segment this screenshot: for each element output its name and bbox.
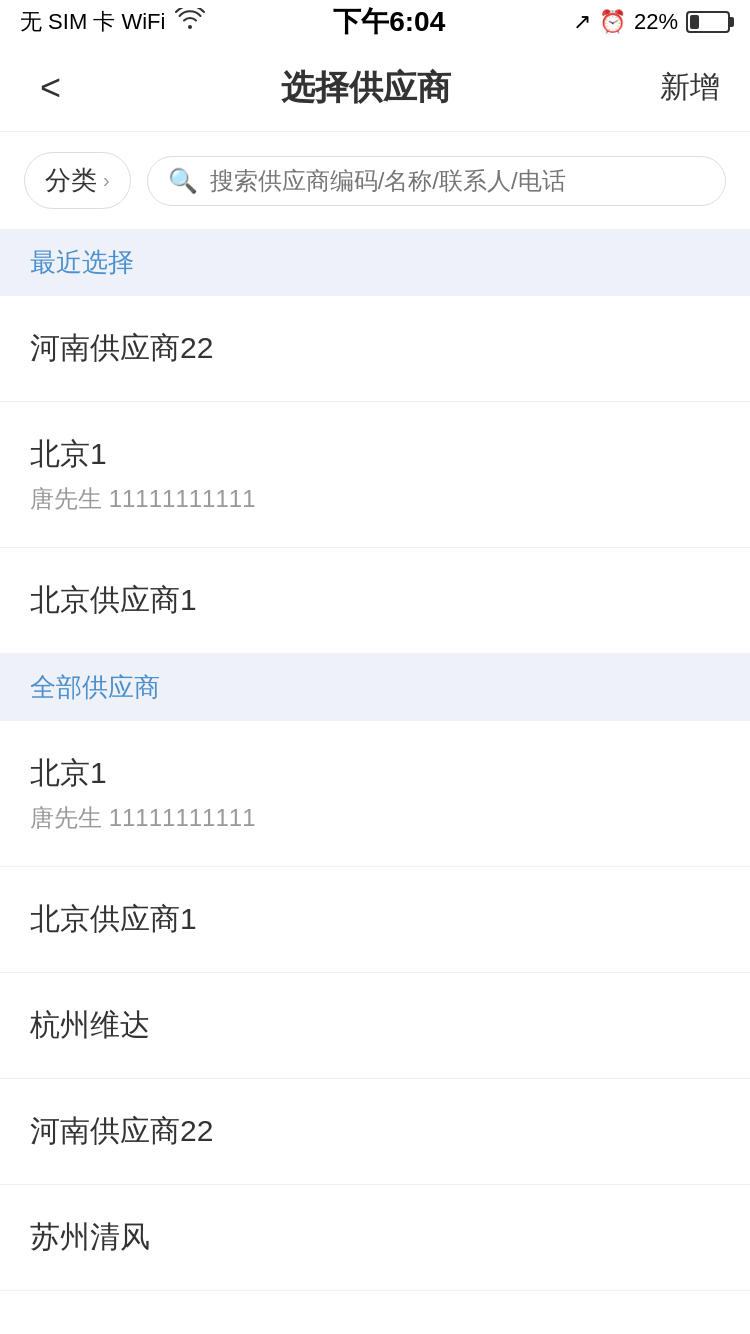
back-button[interactable]: < bbox=[30, 57, 71, 119]
search-input[interactable] bbox=[210, 167, 705, 195]
item-name: 杭州维达 bbox=[30, 1005, 720, 1046]
item-name: 北京供应商1 bbox=[30, 899, 720, 940]
item-sub: 唐先生 11111111111 bbox=[30, 802, 720, 834]
list-item[interactable]: 北京供应商1 bbox=[0, 548, 750, 654]
chevron-right-icon: › bbox=[103, 169, 110, 192]
recent-list: 河南供应商22 北京1 唐先生 11111111111 北京供应商1 bbox=[0, 296, 750, 654]
item-name: 河南供应商22 bbox=[30, 1111, 720, 1152]
list-item[interactable]: 北京1 唐先生 11111111111 bbox=[0, 402, 750, 548]
location-icon: ↗ bbox=[573, 9, 591, 35]
list-item[interactable]: 河南供应商22 bbox=[0, 1079, 750, 1185]
item-sub: 唐先生 11111111111 bbox=[30, 483, 720, 515]
all-section-header: 全部供应商 bbox=[0, 654, 750, 721]
battery-icon bbox=[686, 11, 730, 33]
status-right: ↗ ⏰ 22% bbox=[573, 9, 730, 35]
sim-text: 无 SIM 卡 WiFi bbox=[20, 7, 165, 37]
all-list: 北京1 唐先生 11111111111 北京供应商1 杭州维达 河南供应商22 … bbox=[0, 721, 750, 1291]
list-item[interactable]: 杭州维达 bbox=[0, 973, 750, 1079]
page-title: 选择供应商 bbox=[281, 65, 451, 111]
item-name: 河南供应商22 bbox=[30, 328, 720, 369]
battery-percent: 22% bbox=[634, 9, 678, 35]
item-name: 北京1 bbox=[30, 434, 720, 475]
item-name: 北京1 bbox=[30, 753, 720, 794]
nav-bar: < 选择供应商 新增 bbox=[0, 44, 750, 132]
status-bar: 无 SIM 卡 WiFi 下午6:04 ↗ ⏰ 22% bbox=[0, 0, 750, 44]
list-item[interactable]: 苏州清风 bbox=[0, 1185, 750, 1291]
new-add-button[interactable]: 新增 bbox=[660, 67, 720, 108]
list-item[interactable]: 北京1 唐先生 11111111111 bbox=[0, 721, 750, 867]
recent-section-header: 最近选择 bbox=[0, 229, 750, 296]
item-name: 北京供应商1 bbox=[30, 580, 720, 621]
list-item[interactable]: 河南供应商22 bbox=[0, 296, 750, 402]
status-left: 无 SIM 卡 WiFi bbox=[20, 7, 205, 37]
alarm-icon: ⏰ bbox=[599, 9, 626, 35]
search-icon: 🔍 bbox=[168, 167, 198, 195]
category-label: 分类 bbox=[45, 163, 97, 198]
search-bar: 分类 › 🔍 bbox=[0, 132, 750, 229]
item-name: 苏州清风 bbox=[30, 1217, 720, 1258]
search-input-wrap: 🔍 bbox=[147, 156, 726, 206]
wifi-icon bbox=[175, 8, 205, 36]
category-button[interactable]: 分类 › bbox=[24, 152, 131, 209]
list-item[interactable]: 北京供应商1 bbox=[0, 867, 750, 973]
status-time: 下午6:04 bbox=[333, 3, 445, 41]
